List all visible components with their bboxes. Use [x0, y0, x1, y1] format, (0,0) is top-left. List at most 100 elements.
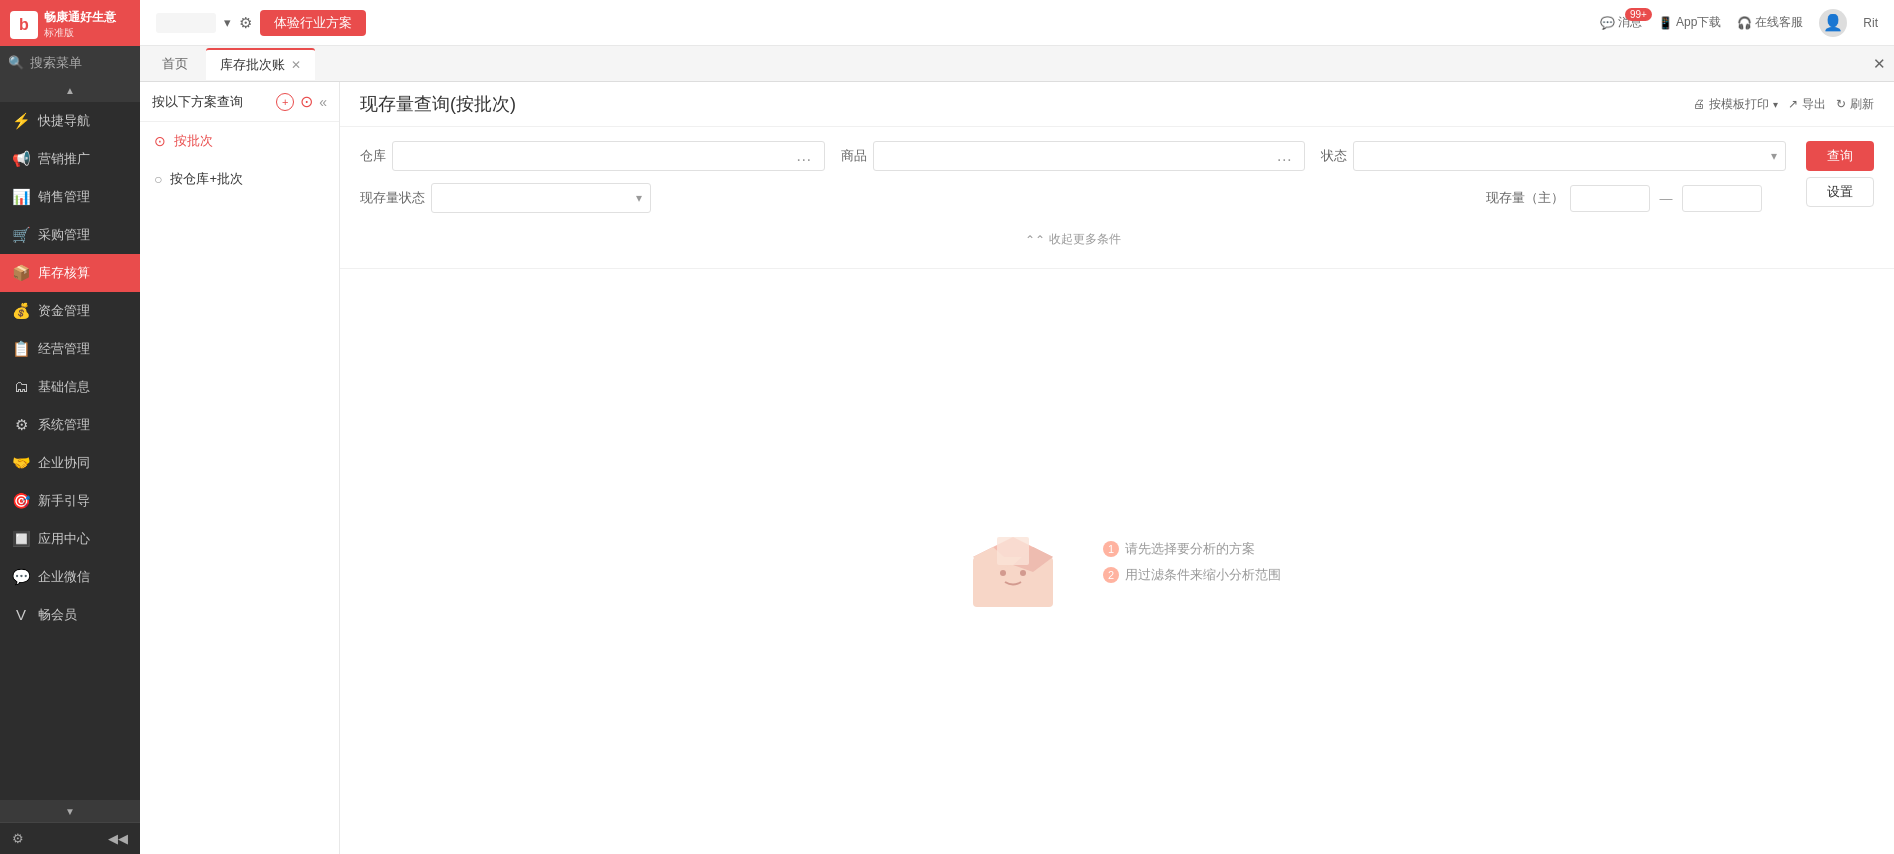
topbar-app[interactable]: 📱 App下载	[1658, 14, 1721, 31]
sidebar-item-enterprise[interactable]: 🤝 企业协同	[0, 444, 140, 482]
username[interactable]: Rit	[1863, 16, 1878, 30]
main-area: ▾ ⚙ 体验行业方案 💬 消息 99+ 📱 App下载 🎧 在线客服 👤 Rit	[140, 0, 1894, 854]
stock-status-label: 现存量状态	[360, 189, 425, 207]
enterprise-icon: 🤝	[12, 454, 30, 472]
inventory-batch-tab-label: 库存批次账	[220, 56, 285, 74]
tab-inventory-batch[interactable]: 库存批次账 ✕	[206, 48, 315, 80]
filter-row-1: 仓库 … 商品 …	[360, 141, 1786, 171]
company-name: 畅康通好生意	[44, 10, 116, 26]
warehouse-label: 仓库	[360, 147, 386, 165]
scroll-down-btn[interactable]: ▼	[60, 802, 80, 820]
scheme-settings-icon[interactable]: ⊙	[300, 92, 313, 111]
tab-home[interactable]: 首页	[148, 49, 202, 79]
collapse-label: 收起更多条件	[1049, 231, 1121, 248]
sidebar-item-purchase[interactable]: 🛒 采购管理	[0, 216, 140, 254]
add-scheme-btn[interactable]: +	[276, 93, 294, 111]
batch-scheme-label: 按批次	[174, 132, 213, 150]
print-btn[interactable]: 🖨 按模板打印 ▾	[1693, 96, 1778, 113]
topbar-msg[interactable]: 💬 消息 99+	[1600, 14, 1642, 31]
sidebar-item-vip[interactable]: V 畅会员	[0, 596, 140, 634]
stock-qty-divider: —	[1656, 191, 1676, 206]
print-chevron-icon: ▾	[1773, 99, 1778, 110]
sidebar-label-inventory: 库存核算	[38, 264, 90, 282]
svg-rect-4	[997, 537, 1029, 565]
action-buttons: 查询 设置	[1806, 141, 1874, 207]
sidebar-label-operations: 经营管理	[38, 340, 90, 358]
collapse-chevron-icon: ⌃⌃	[1025, 233, 1045, 247]
sidebar-label-quicknav: 快捷导航	[38, 112, 90, 130]
stock-qty-min-input[interactable]	[1570, 185, 1650, 212]
sidebar-item-newbie[interactable]: 🎯 新手引导	[0, 482, 140, 520]
stock-qty-max-input[interactable]	[1682, 185, 1762, 212]
query-btn[interactable]: 查询	[1806, 141, 1874, 171]
filter-row-container: 仓库 … 商品 …	[360, 141, 1874, 254]
app-logo: b	[10, 11, 38, 39]
scheme-item-warehouse-batch[interactable]: ○ 按仓库+批次	[140, 160, 339, 198]
sidebar-label-newbie: 新手引导	[38, 492, 90, 510]
sidebar-label-enterprise: 企业协同	[38, 454, 90, 472]
user-avatar[interactable]: 👤	[1819, 9, 1847, 37]
sidebar-search[interactable]: 🔍 搜索菜单	[0, 46, 140, 80]
export-label: 导出	[1802, 96, 1826, 113]
app-label: App下载	[1676, 14, 1721, 31]
refresh-icon: ↻	[1836, 97, 1846, 111]
settings-btn[interactable]: 设置	[1806, 177, 1874, 207]
product-label: 商品	[841, 147, 867, 165]
page-body: 按以下方案查询 + ⊙ « ⊙ 按批次 ○ 按仓库+批次 现存量查询(按批次)	[140, 82, 1894, 854]
tip-text-2: 用过滤条件来缩小分析范围	[1125, 562, 1281, 588]
stock-qty-label: 现存量（主）	[1486, 189, 1564, 207]
sidebar-item-quicknav[interactable]: ⚡ 快捷导航	[0, 102, 140, 140]
sidebar-item-operations[interactable]: 📋 经营管理	[0, 330, 140, 368]
status-filter: 状态 ▾	[1321, 141, 1786, 171]
breadcrumb-dropdown-icon[interactable]: ▾	[224, 15, 231, 30]
sidebar-item-system[interactable]: ⚙ 系统管理	[0, 406, 140, 444]
sidebar-label-basic: 基础信息	[38, 378, 90, 396]
sidebar-item-marketing[interactable]: 📢 营销推广	[0, 140, 140, 178]
tip-num-1: 1	[1103, 541, 1119, 557]
sidebar-item-apps[interactable]: 🔲 应用中心	[0, 520, 140, 558]
sidebar-label-apps: 应用中心	[38, 530, 90, 548]
left-panel-header: 按以下方案查询 + ⊙ «	[140, 82, 339, 122]
sidebar-label-purchase: 采购管理	[38, 226, 90, 244]
status-select[interactable]: ▾	[1353, 141, 1786, 171]
search-icon: 🔍	[8, 55, 24, 70]
scroll-up-btn[interactable]: ▲	[60, 82, 80, 100]
print-label: 按模板打印	[1709, 96, 1769, 113]
page-title-bar: 现存量查询(按批次) 🖨 按模板打印 ▾ ↗ 导出 ↻ 刷新	[340, 82, 1894, 127]
company-edition: 标准版	[44, 26, 116, 40]
warehouse-filter: 仓库 …	[360, 141, 825, 171]
tab-close-icon[interactable]: ✕	[291, 58, 301, 72]
sidebar-label-system: 系统管理	[38, 416, 90, 434]
wechat-icon: 💬	[12, 568, 30, 586]
refresh-btn[interactable]: ↻ 刷新	[1836, 96, 1874, 113]
topbar-gear-icon[interactable]: ⚙	[239, 14, 252, 32]
sidebar-item-inventory[interactable]: 📦 库存核算	[0, 254, 140, 292]
sales-icon: 📊	[12, 188, 30, 206]
sidebar-toggle-icon[interactable]: ◀◀	[108, 831, 128, 846]
experience-btn[interactable]: 体验行业方案	[260, 10, 366, 36]
warehouse-batch-scheme-icon: ○	[154, 171, 162, 187]
svg-point-6	[1020, 570, 1026, 576]
sidebar-item-finance[interactable]: 💰 资金管理	[0, 292, 140, 330]
sidebar-item-wechat[interactable]: 💬 企业微信	[0, 558, 140, 596]
sidebar-label-vip: 畅会员	[38, 606, 77, 624]
product-filter: 商品 …	[841, 141, 1306, 171]
export-btn[interactable]: ↗ 导出	[1788, 96, 1826, 113]
sidebar-label-finance: 资金管理	[38, 302, 90, 320]
scheme-item-by-batch[interactable]: ⊙ 按批次	[140, 122, 339, 160]
stock-status-filter: 现存量状态 ▾	[360, 183, 1466, 213]
sidebar-item-sales[interactable]: 📊 销售管理	[0, 178, 140, 216]
topbar-service[interactable]: 🎧 在线客服	[1737, 14, 1803, 31]
collapse-panel-icon[interactable]: «	[319, 94, 327, 110]
search-label: 搜索菜单	[30, 54, 82, 72]
sidebar-item-basic[interactable]: 🗂 基础信息	[0, 368, 140, 406]
collapse-more-btn[interactable]: ⌃⌃ 收起更多条件	[360, 225, 1786, 254]
empty-illustration	[953, 507, 1073, 617]
settings-icon[interactable]: ⚙	[12, 831, 24, 846]
stock-status-select[interactable]: ▾	[431, 183, 651, 213]
empty-state: 1 请先选择要分析的方案 2 用过滤条件来缩小分析范围	[340, 269, 1894, 854]
product-more-icon[interactable]: …	[1272, 147, 1296, 165]
warehouse-more-icon[interactable]: …	[792, 147, 816, 165]
tabbar: 首页 库存批次账 ✕ ✕	[140, 46, 1894, 82]
tab-close-all-btn[interactable]: ✕	[1873, 55, 1886, 73]
